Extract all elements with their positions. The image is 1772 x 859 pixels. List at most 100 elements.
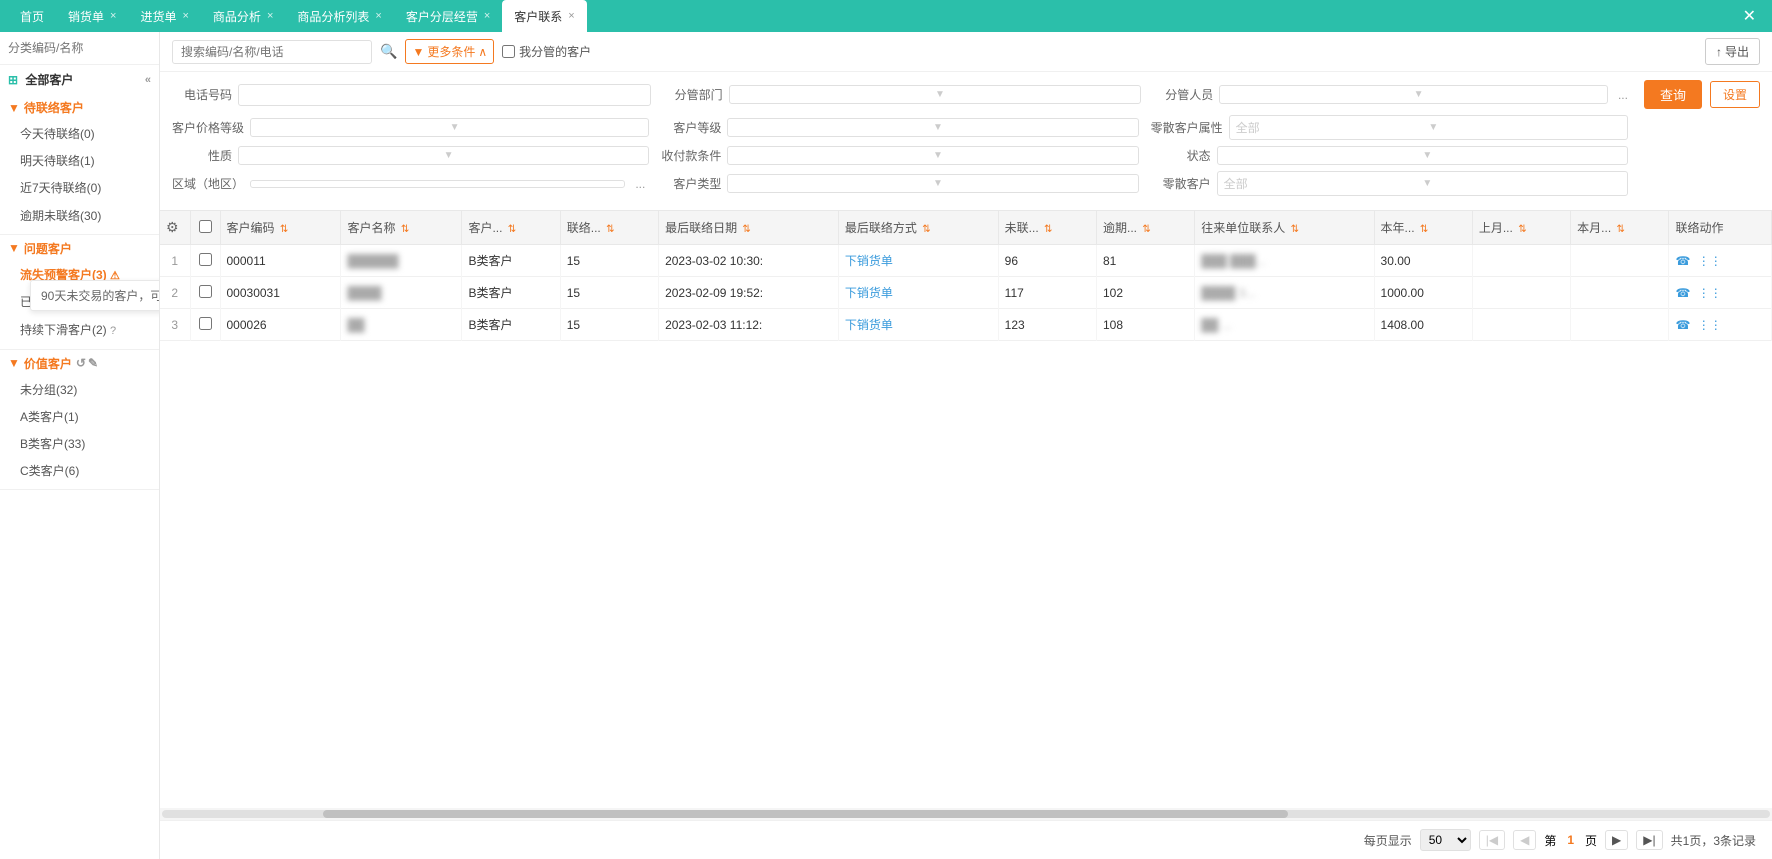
action-contact-icon[interactable]: ☎ xyxy=(1675,318,1690,332)
col-last-month[interactable]: 上月... ⇅ xyxy=(1472,211,1570,245)
action-contact-icon[interactable]: ☎ xyxy=(1675,286,1690,300)
row-contact-person: ████ 3... xyxy=(1195,277,1374,309)
sidebar-item-ungroup[interactable]: 未分组(32) xyxy=(0,377,159,404)
first-page-button[interactable]: |◀ xyxy=(1479,830,1505,850)
tab-purchase[interactable]: 进货单 × xyxy=(128,0,200,32)
prev-page-button[interactable]: ◀ xyxy=(1513,830,1536,850)
price-grade-select[interactable]: ▼ xyxy=(250,118,649,137)
col-this-month[interactable]: 本月... ⇅ xyxy=(1571,211,1669,245)
export-button[interactable]: ↑ 导出 xyxy=(1705,38,1760,65)
retail-customer-select[interactable]: 全部 ▼ xyxy=(1217,171,1628,196)
scrollbar-thumb[interactable] xyxy=(323,810,1288,818)
main-search-button[interactable]: 🔍 xyxy=(380,43,397,60)
col-last-date[interactable]: 最后联络日期 ⇅ xyxy=(659,211,839,245)
sidebar-all-customers[interactable]: ⊞ 全部客户 « xyxy=(0,65,159,94)
payment-select[interactable]: ▼ xyxy=(727,146,1138,165)
sidebar-group-pending-title[interactable]: ▼ 待联络客户 xyxy=(0,94,159,121)
tab-analysis-list[interactable]: 商品分析列表 × xyxy=(285,0,393,32)
my-customers-checkbox-label[interactable]: 我分管的客户 xyxy=(502,43,591,60)
region-dots[interactable]: ... xyxy=(631,177,649,191)
refresh-icon[interactable]: ↺ xyxy=(76,356,86,370)
tab-analysis[interactable]: 商品分析 × xyxy=(201,0,285,32)
settings-button[interactable]: 设置 xyxy=(1710,81,1760,108)
col-name[interactable]: 客户名称 ⇅ xyxy=(341,211,462,245)
sort-icon: ⇅ xyxy=(508,224,516,235)
sidebar-item-overdue[interactable]: 逾期未联络(30) xyxy=(0,203,159,230)
phone-input[interactable] xyxy=(238,84,651,106)
sort-icon: ⇅ xyxy=(280,224,288,235)
sidebar-item-a-class[interactable]: A类客户(1) xyxy=(0,404,159,431)
action-contact-icon[interactable]: ☎ xyxy=(1675,254,1690,268)
col-last-method[interactable]: 最后联络方式 ⇅ xyxy=(838,211,998,245)
customer-grade-select[interactable]: ▼ xyxy=(727,118,1138,137)
sidebar-group-value-title[interactable]: ▼ 价值客户 ↺ ✎ xyxy=(0,350,159,377)
tab-close-customer-contact[interactable]: × xyxy=(568,10,574,22)
action-more-icon[interactable]: ⋮⋮ xyxy=(1698,318,1722,332)
action-more-icon[interactable]: ⋮⋮ xyxy=(1698,254,1722,268)
tab-close-purchase[interactable]: × xyxy=(182,10,188,22)
sidebar-item-7days[interactable]: 近7天待联络(0) xyxy=(0,175,159,202)
col-contact-count[interactable]: 联络... ⇅ xyxy=(560,211,658,245)
status-select[interactable]: ▼ xyxy=(1217,146,1628,165)
row-code: 00030031 xyxy=(220,277,341,309)
sidebar-item-tomorrow[interactable]: 明天待联络(1) xyxy=(0,148,159,175)
tab-sales[interactable]: 销货单 × xyxy=(56,0,128,32)
tab-home[interactable]: 首页 xyxy=(8,0,56,32)
select-all-checkbox[interactable] xyxy=(199,220,212,233)
last-page-button[interactable]: ▶| xyxy=(1636,830,1662,850)
tab-close-analysis-list[interactable]: × xyxy=(375,10,381,22)
last-method-link[interactable]: 下销货单 xyxy=(845,254,893,268)
row-last-method: 下销货单 xyxy=(838,277,998,309)
person-select[interactable]: ▼ xyxy=(1219,85,1608,104)
sidebar-group-problem-title[interactable]: ▼ 问题客户 xyxy=(0,235,159,262)
my-customers-checkbox[interactable] xyxy=(502,45,515,58)
col-uncontacted[interactable]: 未联... ⇅ xyxy=(998,211,1096,245)
col-type[interactable]: 客户... ⇅ xyxy=(462,211,560,245)
col-code[interactable]: 客户编码 ⇅ xyxy=(220,211,341,245)
retail-attr-select[interactable]: 全部 ▼ xyxy=(1229,115,1628,140)
person-dots[interactable]: ... xyxy=(1614,88,1632,102)
tab-customer-layer[interactable]: 客户分层经营 × xyxy=(394,0,502,32)
nature-select[interactable]: ▼ xyxy=(238,146,649,165)
sidebar-collapse-btn[interactable]: « xyxy=(145,74,151,86)
row-checkbox-cell xyxy=(190,277,220,309)
row-last-date: 2023-02-09 19:52: xyxy=(659,277,839,309)
per-page-select[interactable]: 50 100 200 xyxy=(1420,829,1471,851)
col-contact-person[interactable]: 往来单位联系人 ⇅ xyxy=(1195,211,1374,245)
retail-customer-arrow-icon: ▼ xyxy=(1422,178,1621,189)
tab-customer-contact[interactable]: 客户联系 × xyxy=(502,0,586,32)
horizontal-scrollbar[interactable] xyxy=(160,808,1772,820)
more-conditions-button[interactable]: ▼ 更多条件 ∧ xyxy=(405,39,494,64)
next-page-button[interactable]: ▶ xyxy=(1605,830,1628,850)
tab-close-customer-layer[interactable]: × xyxy=(484,10,490,22)
app-close-button[interactable]: ✕ xyxy=(1735,6,1764,26)
sidebar-item-c-class[interactable]: C类客户(6) xyxy=(0,458,159,485)
edit-icon[interactable]: ✎ xyxy=(88,356,98,370)
sidebar-search-input[interactable] xyxy=(8,41,160,55)
sidebar-item-today[interactable]: 今天待联络(0) xyxy=(0,121,159,148)
advanced-filter-panel: 电话号码 分管部门 ▼ 分管人员 ▼ ... xyxy=(160,72,1772,211)
tab-close-sales[interactable]: × xyxy=(110,10,116,22)
tab-close-analysis[interactable]: × xyxy=(267,10,273,22)
row-type: B类客户 xyxy=(462,277,560,309)
sidebar-item-b-class[interactable]: B类客户(33) xyxy=(0,431,159,458)
query-button[interactable]: 查询 xyxy=(1644,80,1702,109)
sidebar-item-declining[interactable]: 持续下滑客户(2) ? xyxy=(0,317,159,345)
main-search-input[interactable] xyxy=(172,40,372,64)
last-method-link[interactable]: 下销货单 xyxy=(845,286,893,300)
row-checkbox[interactable] xyxy=(199,317,212,330)
last-method-link[interactable]: 下销货单 xyxy=(845,318,893,332)
sort-icon: ⇅ xyxy=(1142,224,1150,235)
dept-select[interactable]: ▼ xyxy=(729,85,1142,104)
customer-type-select[interactable]: ▼ xyxy=(727,174,1138,193)
action-more-icon[interactable]: ⋮⋮ xyxy=(1698,286,1722,300)
row-checkbox[interactable] xyxy=(199,285,212,298)
row-checkbox[interactable] xyxy=(199,253,212,266)
table-settings-button[interactable]: ⚙ xyxy=(166,219,179,236)
row-last-month xyxy=(1472,277,1570,309)
col-this-year[interactable]: 本年... ⇅ xyxy=(1374,211,1472,245)
arrow-icon: ▼ xyxy=(8,101,20,115)
row-uncontacted: 123 xyxy=(998,309,1096,341)
col-overdue[interactable]: 逾期... ⇅ xyxy=(1096,211,1194,245)
region-select[interactable] xyxy=(250,180,625,188)
